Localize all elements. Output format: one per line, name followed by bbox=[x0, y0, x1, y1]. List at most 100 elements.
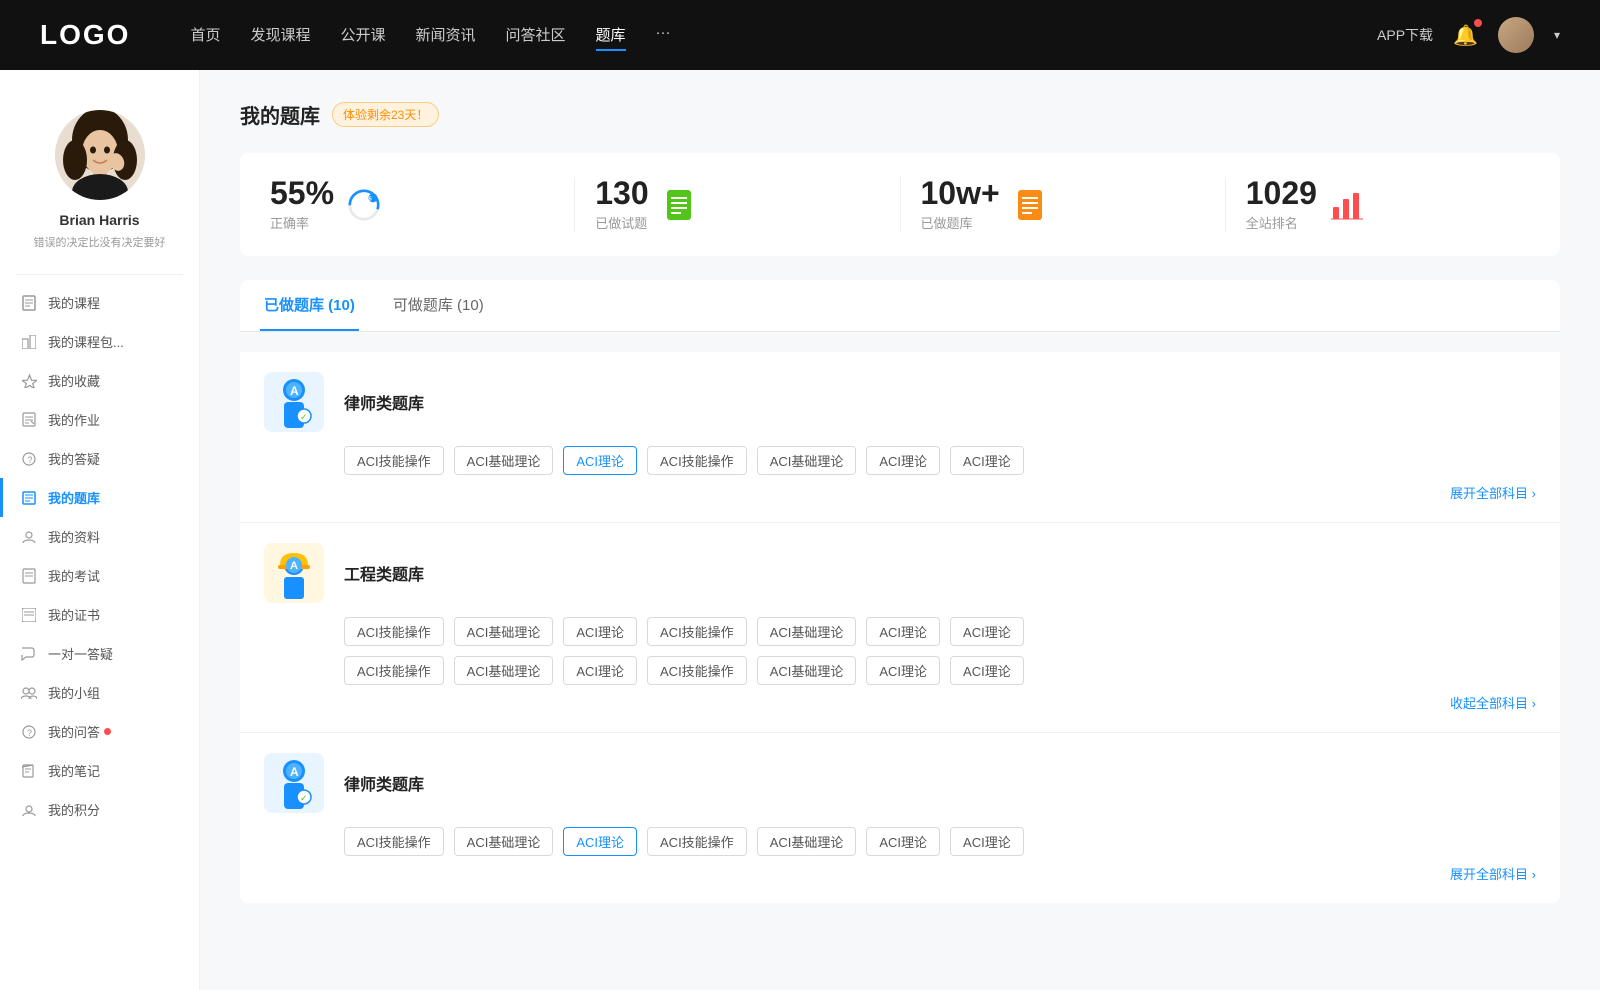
nav-opencourse[interactable]: 公开课 bbox=[340, 20, 385, 51]
qbank-tag[interactable]: ACI基础理论 bbox=[454, 617, 554, 646]
qbank-tag[interactable]: ACI技能操作 bbox=[344, 617, 444, 646]
book-green-icon bbox=[661, 187, 697, 223]
qbank-tag[interactable]: ACI技能操作 bbox=[647, 827, 747, 856]
qbank-tag[interactable]: ACI基础理论 bbox=[757, 827, 857, 856]
qbank-tag[interactable]: ACI理论 bbox=[950, 617, 1024, 646]
qbank-tag-active[interactable]: ACI理论 bbox=[563, 827, 637, 856]
sidebar-item-label: 我的考试 bbox=[48, 566, 100, 585]
qbank-title: 律师类题库 bbox=[344, 390, 424, 414]
sidebar-item-qbank[interactable]: 我的题库 bbox=[0, 478, 199, 517]
sidebar-username: Brian Harris bbox=[59, 212, 139, 228]
qbank-item-lawyer-1: A ✓ 律师类题库 ACI技能操作 ACI基础理论 ACI理论 ACI技能操作 … bbox=[240, 352, 1560, 523]
qbank-tags: ACI技能操作 ACI基础理论 ACI理论 ACI技能操作 ACI基础理论 AC… bbox=[344, 446, 1536, 475]
qbank-tag[interactable]: ACI技能操作 bbox=[344, 827, 444, 856]
notification-bell[interactable]: 🔔 bbox=[1453, 23, 1478, 48]
tab-available[interactable]: 可做题库 (10) bbox=[389, 280, 488, 331]
sidebar-profile: Brian Harris 错误的决定比没有决定要好 bbox=[0, 90, 199, 274]
qbank-tag[interactable]: ACI理论 bbox=[866, 656, 940, 685]
page-title: 我的题库 bbox=[240, 100, 320, 129]
qbank-item-header: A 工程类题库 bbox=[264, 543, 1536, 603]
sidebar-item-exam[interactable]: 我的考试 bbox=[0, 556, 199, 595]
sidebar-item-my-qa[interactable]: ? 我的问答 bbox=[0, 712, 199, 751]
qa-badge bbox=[104, 728, 111, 735]
qbank-tag[interactable]: ACI理论 bbox=[866, 446, 940, 475]
sidebar-item-points[interactable]: 我的积分 bbox=[0, 790, 199, 829]
qbank-tag[interactable]: ACI技能操作 bbox=[647, 617, 747, 646]
qbank-item-header: A ✓ 律师类题库 bbox=[264, 372, 1536, 432]
qbank-tags: ACI技能操作 ACI基础理论 ACI理论 ACI技能操作 ACI基础理论 AC… bbox=[344, 827, 1536, 856]
avatar-image bbox=[1498, 17, 1534, 53]
nav-news[interactable]: 新闻资讯 bbox=[416, 20, 476, 51]
sidebar-item-courses[interactable]: 我的课程 bbox=[0, 283, 199, 322]
sidebar-item-course-packages[interactable]: 我的课程包... bbox=[0, 322, 199, 361]
expand-chevron-icon: › bbox=[1532, 486, 1536, 501]
collapse-chevron-icon: › bbox=[1532, 696, 1536, 711]
qbank-tag-active[interactable]: ACI理论 bbox=[563, 446, 637, 475]
qbank-expand[interactable]: 展开全部科目 › bbox=[264, 483, 1536, 502]
svg-text:✓: ✓ bbox=[300, 793, 308, 803]
qbank-avatar-lawyer-2: A ✓ bbox=[264, 753, 324, 813]
sidebar-item-qa[interactable]: ? 我的答疑 bbox=[0, 439, 199, 478]
sidebar-item-label: 我的资料 bbox=[48, 527, 100, 546]
qbank-tag[interactable]: ACI技能操作 bbox=[647, 656, 747, 685]
qbank-tag[interactable]: ACI技能操作 bbox=[344, 446, 444, 475]
nav-discover[interactable]: 发现课程 bbox=[250, 20, 310, 51]
sidebar-item-profile[interactable]: 我的资料 bbox=[0, 517, 199, 556]
qbank-tag[interactable]: ACI理论 bbox=[866, 617, 940, 646]
qbank-tag[interactable]: ACI理论 bbox=[950, 446, 1024, 475]
stat-label: 全站排名 bbox=[1246, 213, 1317, 232]
qbank-collapse[interactable]: 收起全部科目 › bbox=[264, 693, 1536, 712]
qbank-list: A ✓ 律师类题库 ACI技能操作 ACI基础理论 ACI理论 ACI技能操作 … bbox=[240, 352, 1560, 903]
sidebar: Brian Harris 错误的决定比没有决定要好 我的课程 我的课程包... bbox=[0, 70, 200, 990]
packages-icon bbox=[20, 333, 38, 351]
qbank-tag[interactable]: ACI理论 bbox=[563, 617, 637, 646]
sidebar-item-certificate[interactable]: 我的证书 bbox=[0, 595, 199, 634]
sidebar-item-label: 我的课程包... bbox=[48, 332, 124, 351]
qbank-tag[interactable]: ACI理论 bbox=[866, 827, 940, 856]
stat-label: 已做试题 bbox=[595, 213, 648, 232]
sidebar-item-label: 我的收藏 bbox=[48, 371, 100, 390]
qbank-section: 已做题库 (10) 可做题库 (10) A bbox=[240, 280, 1560, 903]
qbank-tags-row2: ACI技能操作 ACI基础理论 ACI理论 ACI技能操作 ACI基础理论 AC… bbox=[344, 656, 1536, 685]
sidebar-item-label: 我的课程 bbox=[48, 293, 100, 312]
stat-label: 正确率 bbox=[270, 213, 334, 232]
nav-qbank[interactable]: 题库 bbox=[596, 20, 626, 51]
svg-text:✓: ✓ bbox=[300, 412, 308, 422]
stat-value: 55% bbox=[270, 177, 334, 209]
qbank-tag[interactable]: ACI基础理论 bbox=[757, 656, 857, 685]
sidebar-item-homework[interactable]: 我的作业 bbox=[0, 400, 199, 439]
sidebar-item-1on1[interactable]: 一对一答疑 bbox=[0, 634, 199, 673]
app-download-button[interactable]: APP下载 bbox=[1377, 25, 1433, 45]
my-qa-icon: ? bbox=[20, 723, 38, 741]
avatar[interactable] bbox=[1498, 17, 1534, 53]
stat-value: 130 bbox=[595, 177, 648, 209]
qbank-tag[interactable]: ACI理论 bbox=[950, 656, 1024, 685]
trial-badge: 体验剩余23天！ bbox=[332, 102, 439, 127]
sidebar-item-favorites[interactable]: 我的收藏 bbox=[0, 361, 199, 400]
sidebar-item-label: 我的小组 bbox=[48, 683, 100, 702]
qbank-tag[interactable]: ACI基础理论 bbox=[757, 446, 857, 475]
qbank-expand-2[interactable]: 展开全部科目 › bbox=[264, 864, 1536, 883]
qbank-avatar-engineer: A bbox=[264, 543, 324, 603]
qbank-tag[interactable]: ACI基础理论 bbox=[454, 446, 554, 475]
qbank-tag[interactable]: ACI基础理论 bbox=[454, 827, 554, 856]
qbank-tag[interactable]: ACI基础理论 bbox=[757, 617, 857, 646]
nav-qa[interactable]: 问答社区 bbox=[506, 20, 566, 51]
sidebar-item-group[interactable]: 我的小组 bbox=[0, 673, 199, 712]
points-icon bbox=[20, 801, 38, 819]
nav-more[interactable]: ··· bbox=[656, 20, 671, 51]
sidebar-item-notes[interactable]: 我的笔记 bbox=[0, 751, 199, 790]
qbank-tag[interactable]: ACI基础理论 bbox=[454, 656, 554, 685]
qbank-tag[interactable]: ACI技能操作 bbox=[647, 446, 747, 475]
main-layout: Brian Harris 错误的决定比没有决定要好 我的课程 我的课程包... bbox=[0, 70, 1600, 990]
tab-done[interactable]: 已做题库 (10) bbox=[260, 280, 359, 331]
nav-home[interactable]: 首页 bbox=[190, 20, 220, 51]
sidebar-divider bbox=[16, 274, 183, 275]
avatar-chevron-icon[interactable]: ▾ bbox=[1554, 28, 1560, 42]
qbank-tag[interactable]: ACI理论 bbox=[563, 656, 637, 685]
qbank-tag[interactable]: ACI技能操作 bbox=[344, 656, 444, 685]
qbank-title: 工程类题库 bbox=[344, 561, 424, 585]
notes-icon bbox=[20, 762, 38, 780]
qbank-tag[interactable]: ACI理论 bbox=[950, 827, 1024, 856]
profile-icon bbox=[20, 528, 38, 546]
